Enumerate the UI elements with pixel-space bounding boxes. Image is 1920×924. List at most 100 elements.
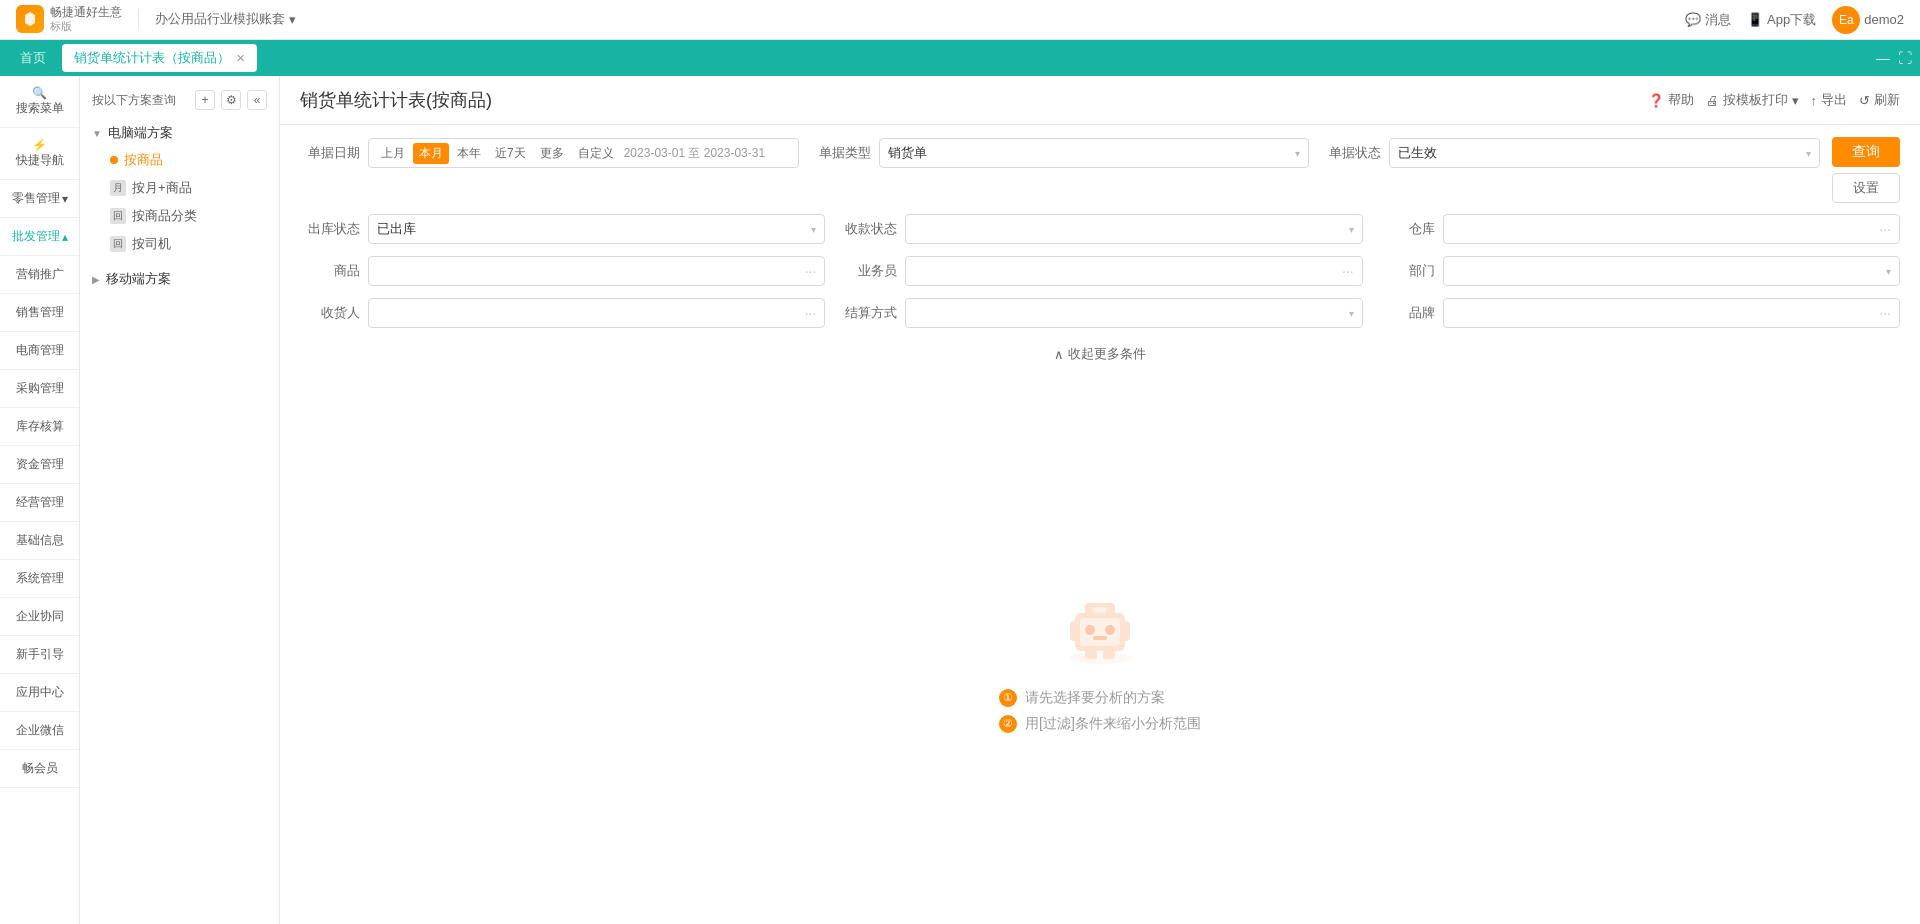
- dept-select[interactable]: ▾: [1443, 256, 1900, 286]
- filter-brand-field: 品牌 ···: [1375, 297, 1900, 329]
- outstatus-value: 已出库: [377, 220, 416, 238]
- print-icon: 🖨: [1706, 93, 1719, 108]
- settings-button[interactable]: 设置: [1832, 173, 1900, 203]
- sidebar-item-member[interactable]: 畅会员: [0, 750, 79, 788]
- sidebar-wholesale-label: 批发管理: [12, 228, 60, 245]
- date-tab-this-month[interactable]: 本月: [413, 143, 449, 164]
- doctype-select[interactable]: 销货单 ▾: [879, 138, 1310, 168]
- tab-close-icon[interactable]: ✕: [236, 52, 245, 65]
- sidebar-item-finance[interactable]: 资金管理: [0, 446, 79, 484]
- collapse-button[interactable]: ∧ 收起更多条件: [1054, 345, 1146, 363]
- industry-selector[interactable]: 办公用品行业模拟账套 ▾: [155, 10, 296, 28]
- app-download-button[interactable]: 📱 App下载: [1747, 11, 1816, 29]
- sidebar-item-collab[interactable]: 企业协同: [0, 598, 79, 636]
- sidebar-item-retail[interactable]: 零售管理 ▾: [0, 180, 79, 218]
- sidebar-item-ops[interactable]: 经营管理: [0, 484, 79, 522]
- scheme-item-by-category[interactable]: 回 按商品分类: [80, 202, 279, 230]
- divider: [138, 9, 139, 29]
- tab-home[interactable]: 首页: [8, 44, 58, 72]
- docstatus-label: 单据状态: [1321, 144, 1381, 162]
- doctype-caret-icon: ▾: [1295, 148, 1300, 159]
- date-tab-custom[interactable]: 自定义: [572, 143, 620, 164]
- settings-scheme-button[interactable]: ⚙: [221, 90, 241, 110]
- sidebar-basic-label: 基础信息: [4, 532, 75, 549]
- sidebar-system-label: 系统管理: [4, 570, 75, 587]
- doctype-label: 单据类型: [811, 144, 871, 162]
- outstatus-caret-icon: ▾: [811, 224, 816, 235]
- print-link[interactable]: 🖨 按模板打印 ▾: [1706, 91, 1799, 109]
- svg-rect-11: [1103, 649, 1115, 659]
- date-tab-this-year[interactable]: 本年: [451, 143, 487, 164]
- pc-scheme-header[interactable]: ▼ 电脑端方案: [80, 120, 279, 146]
- sidebar-item-wechat[interactable]: 企业微信: [0, 712, 79, 750]
- warehouse-dots-icon[interactable]: ···: [1879, 221, 1891, 237]
- filter-doctype-field: 单据类型 销货单 ▾: [811, 137, 1310, 169]
- sidebar-appcenter-label: 应用中心: [4, 684, 75, 701]
- salesman-dots-icon[interactable]: ···: [1342, 263, 1354, 279]
- sidebar-item-purchase[interactable]: 采购管理: [0, 370, 79, 408]
- sidebar-item-marketing[interactable]: 营销推广: [0, 256, 79, 294]
- date-tab-more[interactable]: 更多: [534, 143, 570, 164]
- page-content: 按以下方案查询 + ⚙ « ▼ 电脑端方案 按商品: [80, 76, 1920, 924]
- tab-maximize-icon[interactable]: ⛶: [1898, 50, 1912, 66]
- sidebar-item-quicknav[interactable]: ⚡ 快捷导航: [0, 128, 79, 180]
- goods-dots-icon[interactable]: ···: [805, 263, 817, 279]
- receiptstatus-select[interactable]: ▾: [905, 214, 1362, 244]
- brand-dots-icon[interactable]: ···: [1879, 305, 1891, 321]
- sidebar-item-appcenter[interactable]: 应用中心: [0, 674, 79, 712]
- date-tab-last-month[interactable]: 上月: [375, 143, 411, 164]
- date-tabs: 上月 本月 本年 近7天 更多 自定义: [375, 143, 620, 164]
- sidebar-item-wholesale[interactable]: 批发管理 ▴: [0, 218, 79, 256]
- sidebar-sales-label: 销售管理: [4, 304, 75, 321]
- tab-sales-stat[interactable]: 销货单统计计表（按商品） ✕: [62, 44, 257, 72]
- pc-scheme-label: 电脑端方案: [108, 124, 173, 142]
- sidebar-item-search[interactable]: 🔍 搜索菜单: [0, 76, 79, 128]
- scheme-item-by-product[interactable]: 按商品: [80, 146, 279, 174]
- salesman-input[interactable]: ···: [905, 256, 1362, 286]
- msg-button[interactable]: 💬 消息: [1685, 11, 1731, 29]
- refresh-link[interactable]: ↺ 刷新: [1859, 91, 1900, 109]
- collapse-label: 收起更多条件: [1068, 345, 1146, 363]
- logo-text-group: 畅捷通好生意 标版: [50, 5, 122, 34]
- sidebar-item-system[interactable]: 系统管理: [0, 560, 79, 598]
- receiver-dots-icon[interactable]: ···: [805, 305, 817, 321]
- receiver-input[interactable]: ···: [368, 298, 825, 328]
- sidebar-item-ecommerce[interactable]: 电商管理: [0, 332, 79, 370]
- scheme-by-month-label: 按月+商品: [132, 179, 192, 197]
- sidebar-item-guide[interactable]: 新手引导: [0, 636, 79, 674]
- user-area[interactable]: Ea demo2: [1832, 6, 1904, 34]
- scheme-by-category-label: 按商品分类: [132, 207, 197, 225]
- sidebar-member-label: 畅会员: [4, 760, 75, 777]
- add-scheme-button[interactable]: +: [195, 90, 215, 110]
- retail-arrow-icon: ▾: [62, 192, 68, 206]
- sidebar-item-inventory[interactable]: 库存核算: [0, 408, 79, 446]
- help-link[interactable]: ❓ 帮助: [1648, 91, 1694, 109]
- filter-salesman-field: 业务员 ···: [837, 255, 1362, 287]
- settlement-select[interactable]: ▾: [905, 298, 1362, 328]
- mobile-scheme-label: 移动端方案: [106, 270, 171, 288]
- tab-minimize-icon[interactable]: —: [1876, 50, 1890, 66]
- scheme-item-by-driver[interactable]: 回 按司机: [80, 230, 279, 258]
- refresh-icon: ↺: [1859, 93, 1870, 108]
- outstatus-label: 出库状态: [300, 220, 360, 238]
- filter-row-4: 收货人 ··· 结算方式 ▾: [300, 297, 1900, 329]
- query-button[interactable]: 查询: [1832, 137, 1900, 167]
- mobile-scheme-header[interactable]: ▶ 移动端方案: [80, 266, 279, 292]
- outstatus-select[interactable]: 已出库 ▾: [368, 214, 825, 244]
- quicknav-icon: ⚡: [4, 138, 75, 152]
- sidebar-item-sales[interactable]: 销售管理: [0, 294, 79, 332]
- date-tab-7days[interactable]: 近7天: [489, 143, 532, 164]
- docstatus-value: 已生效: [1398, 144, 1437, 162]
- date-selector[interactable]: 上月 本月 本年 近7天 更多 自定义 2023-03-01 至 2023-03…: [368, 138, 799, 168]
- docstatus-select[interactable]: 已生效 ▾: [1389, 138, 1820, 168]
- goods-input[interactable]: ···: [368, 256, 825, 286]
- sidebar-item-basic[interactable]: 基础信息: [0, 522, 79, 560]
- export-link[interactable]: ↑ 导出: [1811, 91, 1848, 109]
- svg-point-0: [1070, 652, 1130, 664]
- filter-row-2: 出库状态 已出库 ▾ 收款状态 ▾: [300, 213, 1900, 245]
- scheme-item-by-month-product[interactable]: 月 按月+商品: [80, 174, 279, 202]
- collapse-panel-button[interactable]: «: [247, 90, 267, 110]
- brand-input[interactable]: ···: [1443, 298, 1900, 328]
- warehouse-input[interactable]: ···: [1443, 214, 1900, 244]
- collapse-up-icon: ∧: [1054, 347, 1064, 362]
